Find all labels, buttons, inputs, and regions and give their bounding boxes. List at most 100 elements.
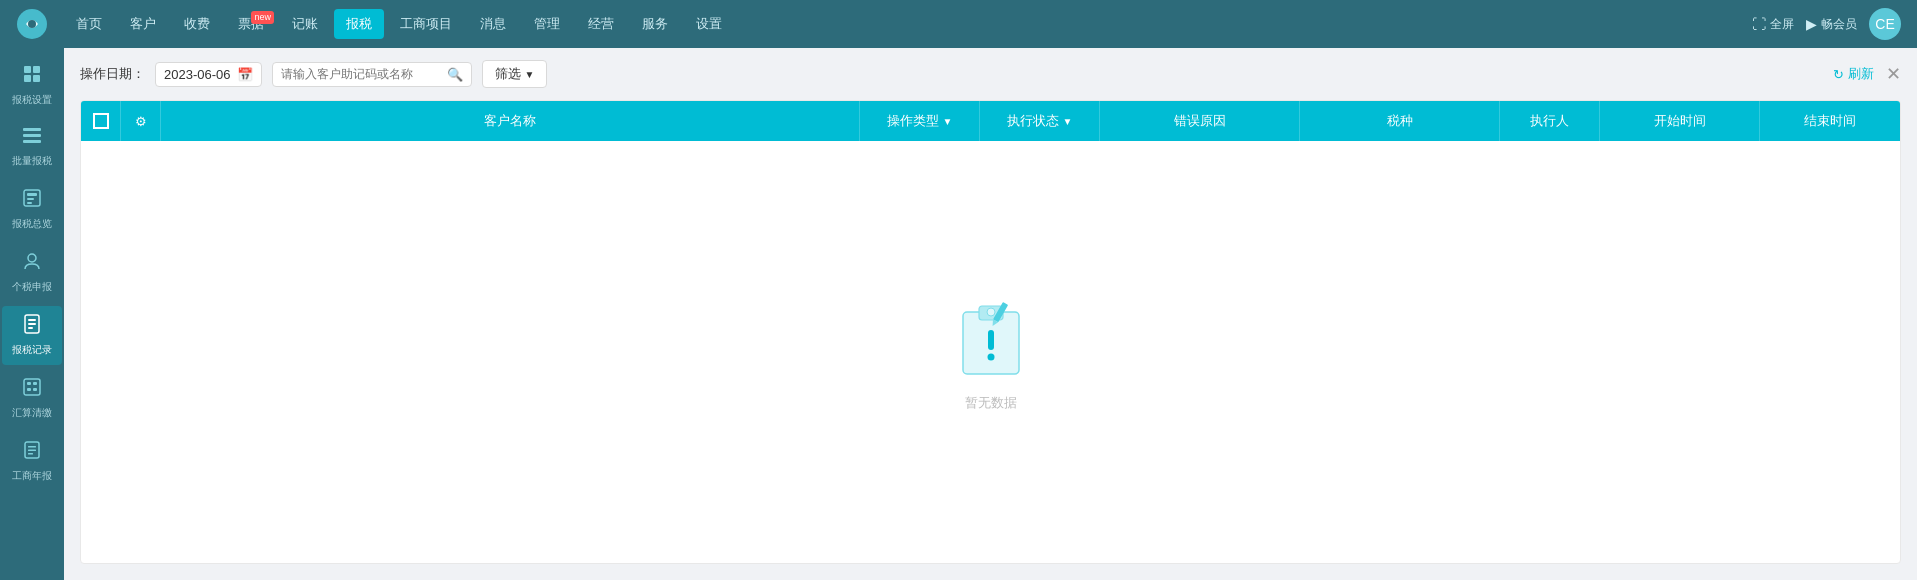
svg-rect-6 xyxy=(23,128,41,131)
svg-rect-20 xyxy=(33,382,37,385)
th-error-reason: 错误原因 xyxy=(1100,101,1300,141)
refresh-label: 刷新 xyxy=(1848,65,1874,83)
th-execution-status: 执行状态 ▼ xyxy=(980,101,1100,141)
nav-item-messages[interactable]: 消息 xyxy=(468,9,518,39)
app-logo[interactable] xyxy=(16,8,48,40)
nav-item-accounting[interactable]: 记账 xyxy=(280,9,330,39)
sidebar-item-tax-settings[interactable]: 报税设置 xyxy=(2,56,62,115)
select-all-checkbox[interactable] xyxy=(93,113,109,129)
sidebar-label-tax-records: 报税记录 xyxy=(12,343,52,357)
sidebar: 报税设置 批量报税 报税总览 xyxy=(0,48,64,580)
calendar-icon: 📅 xyxy=(237,67,253,82)
toolbar-right: ↻ 刷新 ✕ xyxy=(1833,65,1901,83)
nav-item-invoice[interactable]: 票据 new xyxy=(226,9,276,39)
invoice-badge: new xyxy=(251,11,274,24)
search-box: 🔍 xyxy=(272,62,472,87)
th-executor: 执行人 xyxy=(1500,101,1600,141)
top-nav-right: ⛶ 全屏 ▶ 畅会员 CE xyxy=(1752,8,1901,40)
filter-icon-op[interactable]: ▼ xyxy=(943,116,953,127)
toolbar: 操作日期： 2023-06-06 📅 🔍 筛选 ▼ ↻ 刷新 ✕ xyxy=(64,48,1917,100)
sidebar-label-annual-calc: 汇算清缴 xyxy=(12,406,52,420)
annual-calc-icon xyxy=(22,377,42,402)
sidebar-item-individual-tax[interactable]: 个税申报 xyxy=(2,243,62,302)
search-icon: 🔍 xyxy=(447,67,463,82)
tax-settings-icon xyxy=(22,64,42,89)
th-checkbox[interactable] xyxy=(81,101,121,141)
th-customer-name: 客户名称 xyxy=(161,101,860,141)
th-operation-type: 操作类型 ▼ xyxy=(860,101,980,141)
svg-rect-26 xyxy=(28,453,33,455)
sidebar-label-tax-overview: 报税总览 xyxy=(12,217,52,231)
search-input[interactable] xyxy=(281,67,441,81)
fullscreen-icon: ⛶ xyxy=(1752,16,1766,32)
svg-rect-22 xyxy=(33,388,37,391)
individual-tax-icon xyxy=(22,251,42,276)
svg-rect-21 xyxy=(27,388,31,391)
sidebar-item-batch-tax[interactable]: 批量报税 xyxy=(2,119,62,176)
svg-rect-2 xyxy=(24,66,31,73)
filter-button[interactable]: 筛选 ▼ xyxy=(482,60,548,88)
th-end-time: 结束时间 xyxy=(1760,101,1900,141)
svg-rect-4 xyxy=(24,75,31,82)
filter-chevron-icon: ▼ xyxy=(525,69,535,80)
tax-records-icon xyxy=(23,314,41,339)
table-header: ⚙ 客户名称 操作类型 ▼ 执行状态 ▼ 错误原因 税种 xyxy=(81,101,1900,141)
nav-item-home[interactable]: 首页 xyxy=(64,9,114,39)
nav-item-service[interactable]: 服务 xyxy=(630,9,680,39)
th-tax-type: 税种 xyxy=(1300,101,1500,141)
svg-rect-18 xyxy=(24,379,40,395)
filter-label: 筛选 xyxy=(495,65,521,83)
refresh-button[interactable]: ↻ 刷新 xyxy=(1833,65,1874,83)
date-value: 2023-06-06 xyxy=(164,67,231,82)
empty-state: 暂无数据 xyxy=(951,292,1031,412)
sidebar-item-annual-calc[interactable]: 汇算清缴 xyxy=(2,369,62,428)
svg-rect-19 xyxy=(27,382,31,385)
nav-item-settings[interactable]: 设置 xyxy=(684,9,734,39)
nav-item-operation[interactable]: 经营 xyxy=(576,9,626,39)
empty-text: 暂无数据 xyxy=(965,394,1017,412)
nav-item-billing[interactable]: 收费 xyxy=(172,9,222,39)
svg-rect-16 xyxy=(28,323,36,325)
svg-rect-32 xyxy=(988,330,994,350)
batch-tax-icon xyxy=(22,127,42,150)
sidebar-label-annual-report: 工商年报 xyxy=(12,469,52,483)
svg-rect-5 xyxy=(33,75,40,82)
svg-rect-17 xyxy=(28,327,33,329)
svg-point-1 xyxy=(28,20,36,28)
nav-item-customer[interactable]: 客户 xyxy=(118,9,168,39)
date-input[interactable]: 2023-06-06 📅 xyxy=(155,62,262,87)
nav-item-tax[interactable]: 报税 xyxy=(334,9,384,39)
svg-rect-24 xyxy=(28,446,36,448)
main-content: 操作日期： 2023-06-06 📅 🔍 筛选 ▼ ↻ 刷新 ✕ xyxy=(64,48,1917,580)
filter-icon-status[interactable]: ▼ xyxy=(1063,116,1073,127)
close-button[interactable]: ✕ xyxy=(1886,65,1901,83)
sidebar-item-annual-report[interactable]: 工商年报 xyxy=(2,432,62,491)
main-layout: 报税设置 批量报税 报税总览 xyxy=(0,48,1917,580)
th-start-time: 开始时间 xyxy=(1600,101,1760,141)
sidebar-item-tax-records[interactable]: 报税记录 xyxy=(2,306,62,365)
table-container: ⚙ 客户名称 操作类型 ▼ 执行状态 ▼ 错误原因 税种 xyxy=(80,100,1901,564)
sidebar-item-tax-overview[interactable]: 报税总览 xyxy=(2,180,62,239)
svg-rect-15 xyxy=(28,319,36,321)
sidebar-label-tax-settings: 报税设置 xyxy=(12,93,52,107)
svg-point-13 xyxy=(28,254,36,262)
svg-point-31 xyxy=(987,308,995,316)
svg-rect-12 xyxy=(27,202,32,204)
avatar[interactable]: CE xyxy=(1869,8,1901,40)
tax-overview-icon xyxy=(22,188,42,213)
member-button[interactable]: ▶ 畅会员 xyxy=(1806,16,1857,33)
nav-item-manage[interactable]: 管理 xyxy=(522,9,572,39)
svg-rect-3 xyxy=(33,66,40,73)
svg-rect-10 xyxy=(27,193,37,196)
svg-rect-8 xyxy=(23,140,41,143)
fullscreen-button[interactable]: ⛶ 全屏 xyxy=(1752,16,1794,33)
nav-item-business[interactable]: 工商项目 xyxy=(388,9,464,39)
th-settings: ⚙ xyxy=(121,101,161,141)
refresh-icon: ↻ xyxy=(1833,67,1844,82)
table-body: 暂无数据 xyxy=(81,141,1900,563)
svg-point-33 xyxy=(987,354,994,361)
top-navigation: 首页 客户 收费 票据 new 记账 报税 工商项目 消息 管理 经营 服务 设… xyxy=(0,0,1917,48)
settings-col-icon: ⚙ xyxy=(135,114,147,129)
sidebar-label-batch-tax: 批量报税 xyxy=(12,154,52,168)
svg-rect-11 xyxy=(27,198,34,200)
